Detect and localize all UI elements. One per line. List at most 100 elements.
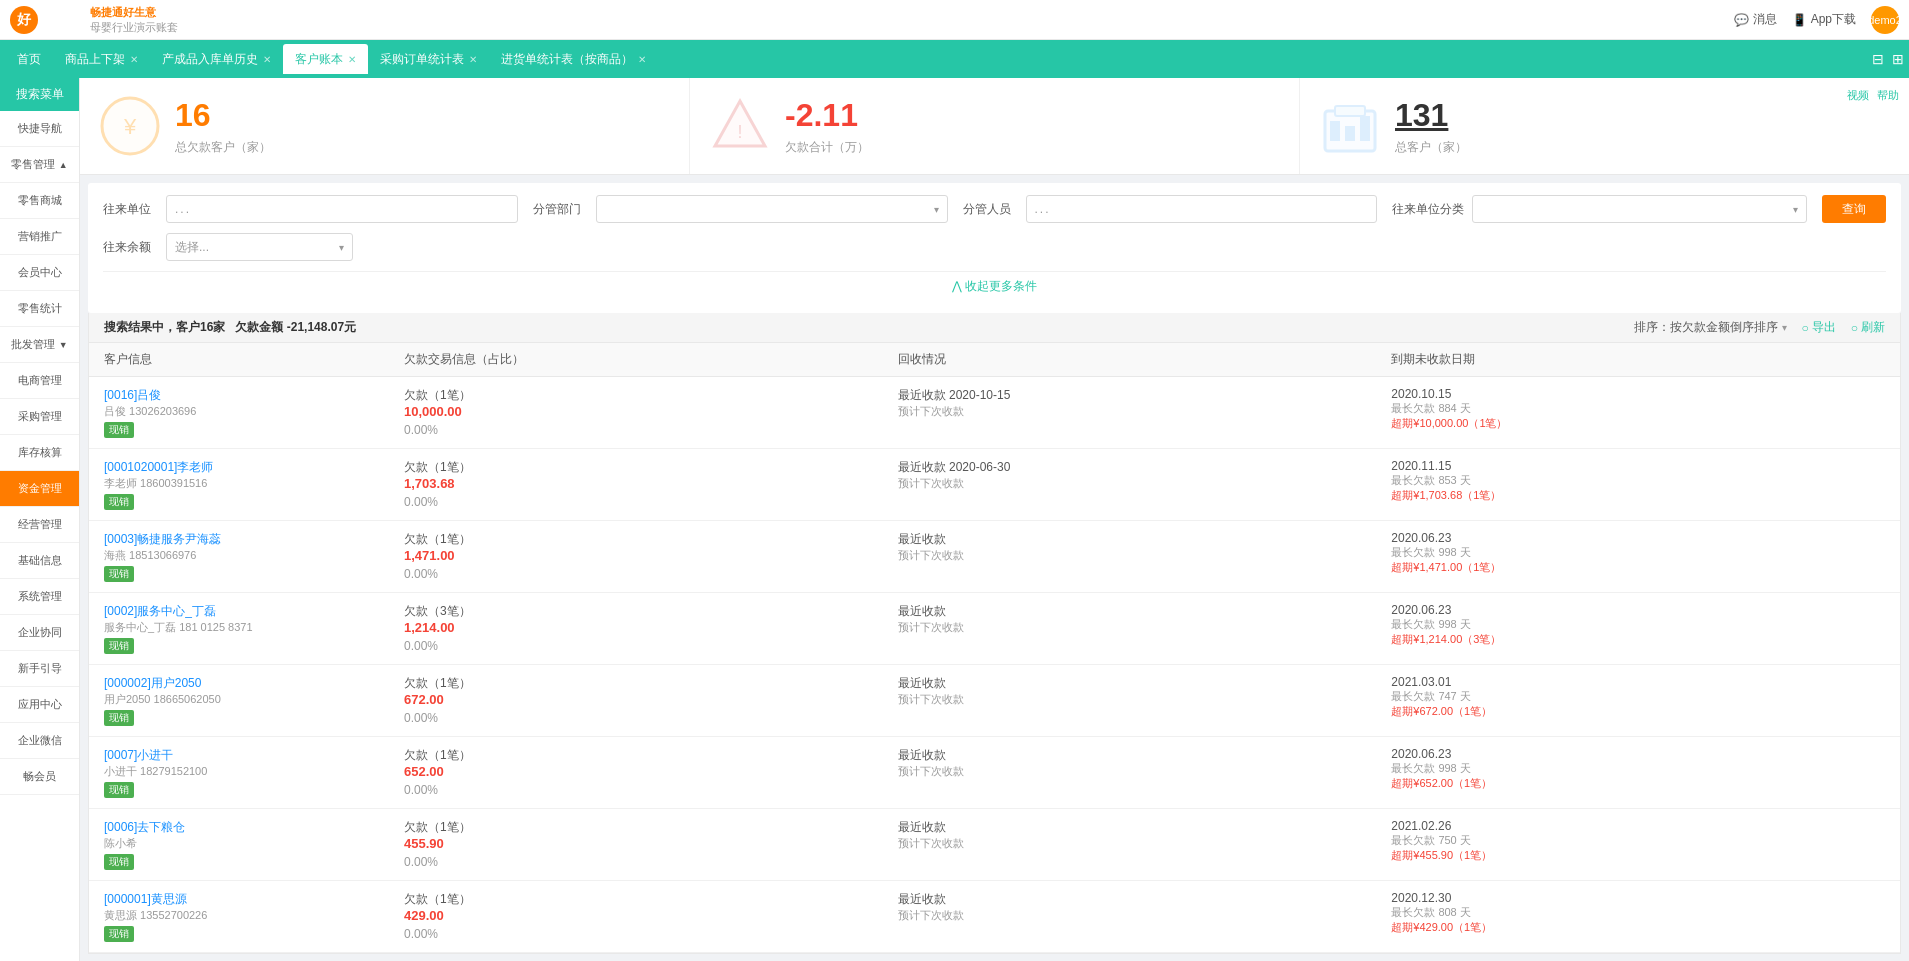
search-button[interactable]: 查询 bbox=[1822, 195, 1886, 223]
customer-name-link-7[interactable]: [000001]黄思源 bbox=[104, 892, 187, 906]
sort-control[interactable]: 排序：按欠款金额倒序排序 ▾ bbox=[1634, 319, 1787, 336]
debt-label-0: 欠款（1笔） bbox=[404, 387, 898, 404]
debt-label-5: 欠款（1笔） bbox=[404, 747, 898, 764]
sidebar-item-purchase-mgmt[interactable]: 采购管理 bbox=[0, 399, 79, 435]
sidebar-item-retail-stats[interactable]: 零售统计 bbox=[0, 291, 79, 327]
tab-close-4[interactable]: ✕ bbox=[469, 54, 477, 65]
customer-phone-0: 吕俊 13026203696 bbox=[104, 404, 404, 419]
balance-select[interactable]: 选择... ▾ bbox=[166, 233, 353, 261]
card2-content: -2.11 欠款合计（万） bbox=[785, 96, 1279, 155]
tab-home[interactable]: 首页 bbox=[5, 44, 53, 74]
customer-name-link-2[interactable]: [0003]畅捷服务尹海蕊 bbox=[104, 532, 221, 546]
customer-cell-5: [0007]小进干 小进干 18279152100 现销 bbox=[104, 747, 404, 798]
customer-name-link-6[interactable]: [0006]去下粮仓 bbox=[104, 820, 185, 834]
system-name: 畅捷通好生意 母婴行业演示账套 bbox=[90, 5, 178, 35]
table-row: [0001020001]李老师 李老师 18600391516 现销 欠款（1笔… bbox=[89, 449, 1900, 521]
due-date-3: 2020.06.23 bbox=[1391, 603, 1885, 617]
tab-close-2[interactable]: ✕ bbox=[263, 54, 271, 65]
overdue-link-6[interactable]: 超期¥455.90（1笔） bbox=[1391, 849, 1492, 861]
due-cell-2: 2020.06.23 最长欠款 998 天 超期¥1,471.00（1笔） bbox=[1391, 531, 1885, 575]
help-btn[interactable]: 帮助 bbox=[1877, 88, 1899, 103]
category-select[interactable]: ▾ bbox=[1472, 195, 1807, 223]
tab-product-offshelf[interactable]: 商品上下架 ✕ bbox=[53, 44, 150, 74]
sidebar-item-app-center[interactable]: 应用中心 bbox=[0, 687, 79, 723]
debt-amount-1: 1,703.68 bbox=[404, 476, 898, 491]
tab-maximize-icon[interactable]: ⊞ bbox=[1892, 51, 1904, 67]
sidebar-item-finance[interactable]: 资金管理 bbox=[0, 471, 79, 507]
customer-name-link-5[interactable]: [0007]小进干 bbox=[104, 748, 173, 762]
sidebar-item-ops-mgmt[interactable]: 经营管理 bbox=[0, 507, 79, 543]
refresh-btn[interactable]: ○ 刷新 bbox=[1851, 319, 1885, 336]
message-btn[interactable]: 💬 消息 bbox=[1734, 11, 1777, 28]
debt-label-2: 欠款（1笔） bbox=[404, 531, 898, 548]
debt-amount-4: 672.00 bbox=[404, 692, 898, 707]
customer-name-link-1[interactable]: [0001020001]李老师 bbox=[104, 460, 213, 474]
sidebar-item-member-center[interactable]: 会员中心 bbox=[0, 255, 79, 291]
customer-tag-2: 现销 bbox=[104, 566, 134, 582]
tab-purchase-order[interactable]: 采购订单统计表 ✕ bbox=[368, 44, 489, 74]
overdue-link-5[interactable]: 超期¥652.00（1笔） bbox=[1391, 777, 1492, 789]
sidebar-item-inventory[interactable]: 库存核算 bbox=[0, 435, 79, 471]
sidebar-item-retail-mgmt[interactable]: 零售管理 ▲ bbox=[0, 147, 79, 183]
overdue-link-3[interactable]: 超期¥1,214.00（3笔） bbox=[1391, 633, 1501, 645]
tab-restore-icon[interactable]: ⊟ bbox=[1872, 51, 1884, 67]
user-avatar[interactable]: demo2 bbox=[1871, 6, 1899, 34]
card3-top-actions: 视频 帮助 bbox=[1847, 88, 1899, 103]
sidebar-item-newbie-guide[interactable]: 新手引导 bbox=[0, 651, 79, 687]
overdue-link-2[interactable]: 超期¥1,471.00（1笔） bbox=[1391, 561, 1501, 573]
sidebar-item-enterprise-collab[interactable]: 企业协同 bbox=[0, 615, 79, 651]
customer-name-link-0[interactable]: [0016]吕俊 bbox=[104, 388, 161, 402]
sidebar-item-quick-nav[interactable]: 快捷导航 bbox=[0, 111, 79, 147]
collapse-bar[interactable]: ⋀ 收起更多条件 bbox=[103, 271, 1886, 301]
content-area: ¥ 16 总欠款客户（家） ! -2.11 欠款合计（万） bbox=[80, 78, 1909, 961]
tab-customer-account[interactable]: 客户账本 ✕ bbox=[283, 44, 368, 74]
customer-tag-5: 现销 bbox=[104, 782, 134, 798]
sidebar-item-retail-store[interactable]: 零售商城 bbox=[0, 183, 79, 219]
result-actions: 排序：按欠款金额倒序排序 ▾ ○ 导出 ○ 刷新 bbox=[1634, 319, 1886, 336]
video-btn[interactable]: 视频 bbox=[1847, 88, 1869, 103]
customer-name-link-4[interactable]: [000002]用户2050 bbox=[104, 676, 201, 690]
app-download-btn[interactable]: 📱 App下载 bbox=[1792, 11, 1856, 28]
table-row: [0006]去下粮仓 陈小希 现销 欠款（1笔） 455.90 0.00% 最近… bbox=[89, 809, 1900, 881]
debt-ratio-2: 0.00% bbox=[404, 567, 898, 581]
sidebar-item-enterprise-wechat[interactable]: 企业微信 bbox=[0, 723, 79, 759]
filter-dept: 分管部门 ▾ bbox=[533, 195, 948, 223]
tab-close-1[interactable]: ✕ bbox=[130, 54, 138, 65]
sidebar-item-ecommerce[interactable]: 电商管理 bbox=[0, 363, 79, 399]
next-payment-7: 预计下次收款 bbox=[898, 908, 1392, 923]
recent-payment-5: 最近收款 bbox=[898, 747, 1392, 764]
svg-rect-7 bbox=[1345, 126, 1355, 141]
card2-value: -2.11 bbox=[785, 96, 1279, 134]
sidebar-item-vip-member[interactable]: 畅会员 bbox=[0, 759, 79, 795]
due-cell-6: 2021.02.26 最长欠款 750 天 超期¥455.90（1笔） bbox=[1391, 819, 1885, 863]
debt-ratio-3: 0.00% bbox=[404, 639, 898, 653]
sidebar-item-batch-mgmt[interactable]: 批发管理 ▼ bbox=[0, 327, 79, 363]
overdue-link-0[interactable]: 超期¥10,000.00（1笔） bbox=[1391, 417, 1507, 429]
message-icon: 💬 bbox=[1734, 13, 1749, 27]
top-right-actions: 💬 消息 📱 App下载 demo2 bbox=[1734, 6, 1899, 34]
tab-stock-stats[interactable]: 进货单统计表（按商品） ✕ bbox=[489, 44, 658, 74]
overdue-link-7[interactable]: 超期¥429.00（1笔） bbox=[1391, 921, 1492, 933]
sidebar-search[interactable]: 搜索菜单 bbox=[0, 78, 79, 111]
overdue-link-4[interactable]: 超期¥672.00（1笔） bbox=[1391, 705, 1492, 717]
export-btn[interactable]: ○ 导出 bbox=[1802, 319, 1836, 336]
dropdown-arrow-balance: ▾ bbox=[339, 242, 344, 253]
overdue-link-1[interactable]: 超期¥1,703.68（1笔） bbox=[1391, 489, 1501, 501]
export-icon: ○ bbox=[1802, 321, 1809, 335]
sidebar-item-system-mgmt[interactable]: 系统管理 bbox=[0, 579, 79, 615]
tab-product-history[interactable]: 产成品入库单历史 ✕ bbox=[150, 44, 283, 74]
tab-close-5[interactable]: ✕ bbox=[638, 54, 646, 65]
vendor-input[interactable]: ... bbox=[166, 195, 518, 223]
tab-close-3[interactable]: ✕ bbox=[348, 54, 356, 65]
sidebar-item-marketing[interactable]: 营销推广 bbox=[0, 219, 79, 255]
dropdown-arrow-category: ▾ bbox=[1793, 204, 1798, 215]
debt-cell-3: 欠款（3笔） 1,214.00 0.00% bbox=[404, 603, 898, 653]
customer-name-link-3[interactable]: [0002]服务中心_丁磊 bbox=[104, 604, 216, 618]
person-input[interactable]: ... bbox=[1026, 195, 1378, 223]
table-row: [0007]小进干 小进干 18279152100 现销 欠款（1笔） 652.… bbox=[89, 737, 1900, 809]
dept-select[interactable]: ▾ bbox=[596, 195, 948, 223]
filter-vendor: 往来单位 ... bbox=[103, 195, 518, 223]
summary-card-3: 131 总客户（家） 视频 帮助 bbox=[1300, 78, 1909, 174]
sidebar-item-basic-info[interactable]: 基础信息 bbox=[0, 543, 79, 579]
debt-cell-0: 欠款（1笔） 10,000.00 0.00% bbox=[404, 387, 898, 437]
